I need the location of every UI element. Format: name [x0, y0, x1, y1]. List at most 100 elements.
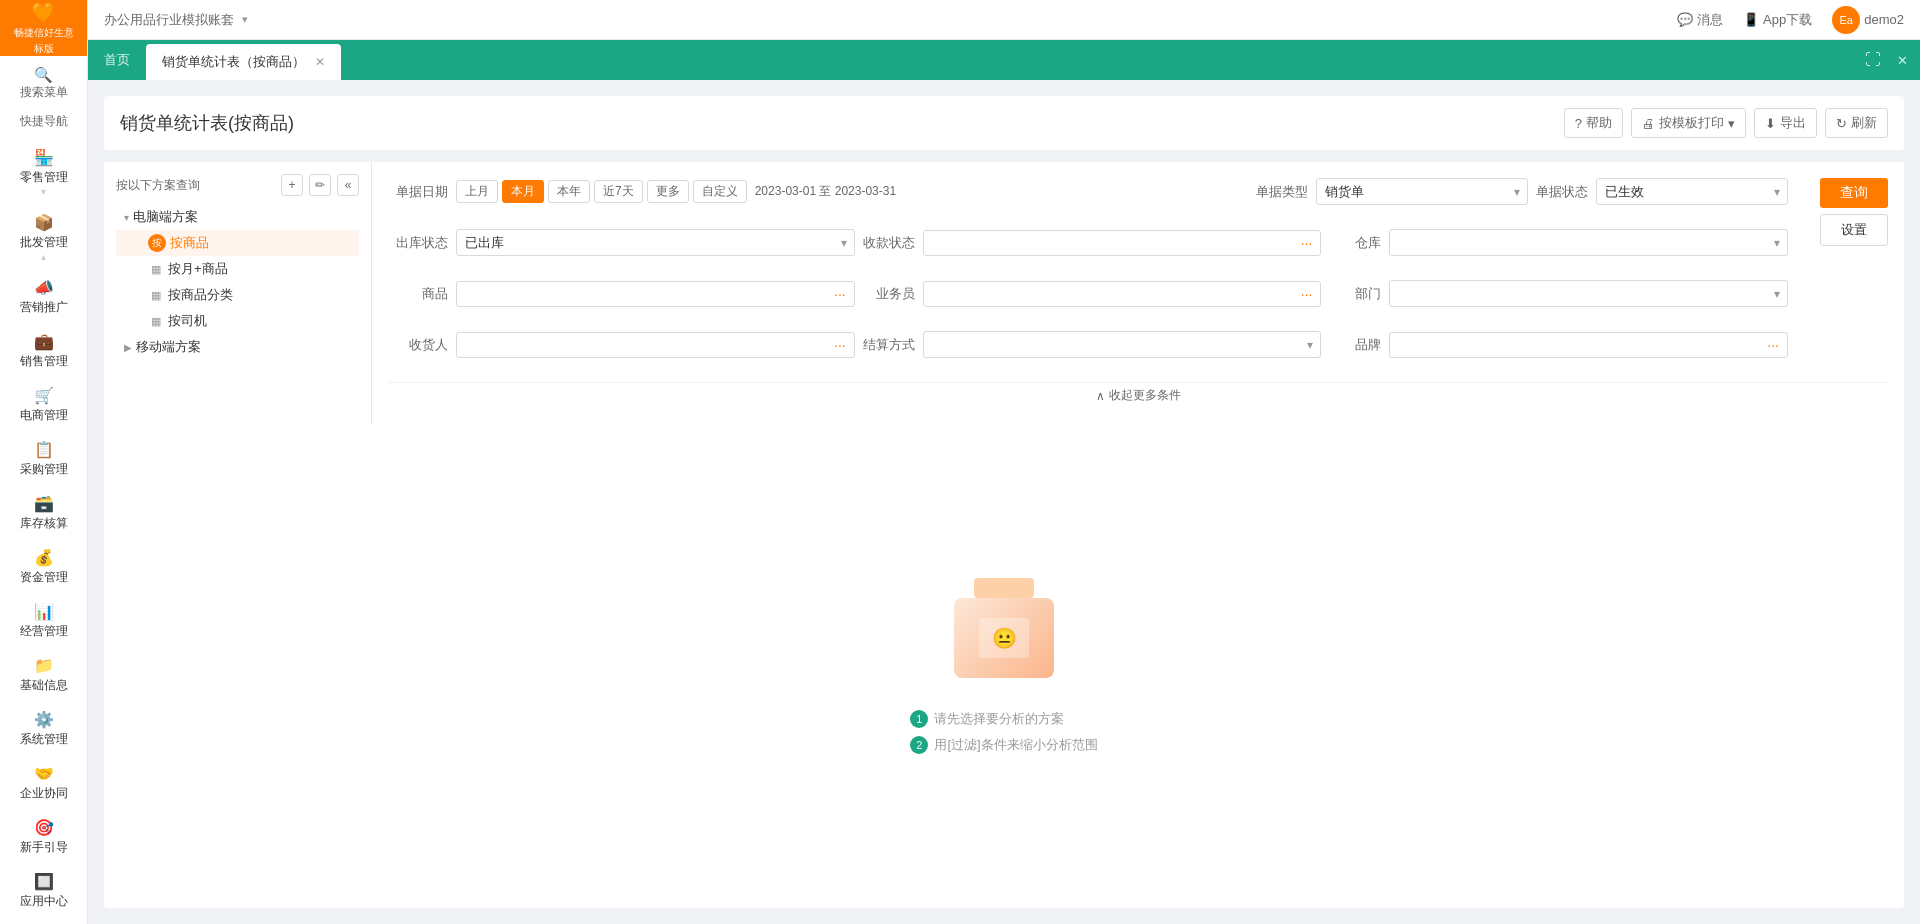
settlement-label: 结算方式: [855, 336, 915, 354]
industry-dropdown[interactable]: ▾: [242, 13, 248, 26]
app-download-btn[interactable]: 📱 App下载: [1743, 11, 1812, 29]
salesperson-field[interactable]: ···: [923, 281, 1322, 307]
sales-icon: 💼: [34, 332, 54, 351]
by-category-icon: ▦: [148, 287, 164, 303]
date-this-year-btn[interactable]: 本年: [548, 180, 590, 203]
help-btn[interactable]: ? 帮助: [1564, 108, 1623, 138]
date-more-btn[interactable]: 更多: [647, 180, 689, 203]
warehouse-select[interactable]: [1389, 229, 1788, 256]
salesperson-label: 业务员: [855, 285, 915, 303]
tree-group-mobile[interactable]: ▶ 移动端方案: [116, 334, 359, 360]
page-content: 销货单统计表(按商品) ? 帮助 🖨 按模板打印 ▾ ⬇ 导出: [88, 80, 1920, 924]
query-btn[interactable]: 查询: [1820, 178, 1888, 208]
department-select[interactable]: [1389, 280, 1788, 307]
sidebar-item-apps[interactable]: 🔲 应用中心: [0, 864, 87, 918]
sidebar-item-ecommerce[interactable]: 🛒 电商管理: [0, 378, 87, 432]
brand-field[interactable]: ···: [1389, 332, 1788, 358]
tree-item-by-category-label: 按商品分类: [168, 286, 233, 304]
salesperson-dots: ···: [1301, 286, 1313, 302]
date-7days-btn[interactable]: 近7天: [594, 180, 643, 203]
product-label: 商品: [388, 285, 448, 303]
sidebar-item-basic[interactable]: 📁 基础信息: [0, 648, 87, 702]
sidebar-item-purchase[interactable]: 📋 采购管理: [0, 432, 87, 486]
sidebar: 🧡 畅捷信好生意 标版 🔍 搜索菜单 快捷导航 🏪 零售管理 ▾ 📦 批发管理 …: [0, 0, 88, 924]
sidebar-item-finance[interactable]: 💰 资金管理: [0, 540, 87, 594]
product-field[interactable]: ···: [456, 281, 855, 307]
wholesale-arrow: ▴: [41, 251, 46, 262]
department-label: 部门: [1321, 285, 1381, 303]
sidebar-item-newbie[interactable]: 🎯 新手引导: [0, 810, 87, 864]
topbar: 办公用品行业模拟账套 ▾ 💬 消息 📱 App下载 Ea demo2: [88, 0, 1920, 40]
apps-icon: 🔲: [34, 872, 54, 891]
inventory-icon: 🗃️: [34, 494, 54, 513]
tree-collapse-btn[interactable]: «: [337, 174, 359, 196]
sidebar-item-retail[interactable]: 🏪 零售管理 ▾: [0, 140, 87, 205]
filter-payment-item: 收款状态 ···: [855, 230, 1322, 256]
date-last-month-btn[interactable]: 上月: [456, 180, 498, 203]
filter-date-item: 单据日期 上月 本月 本年 近7天 更多 自定义: [388, 180, 1248, 203]
date-custom-btn[interactable]: 自定义: [693, 180, 747, 203]
export-btn[interactable]: ⬇ 导出: [1754, 108, 1817, 138]
refresh-icon: ↻: [1836, 116, 1847, 131]
docstatus-label: 单据状态: [1528, 183, 1588, 201]
search-menu[interactable]: 🔍 搜索菜单: [20, 56, 68, 107]
sidebar-item-operation[interactable]: 📊 经营管理: [0, 594, 87, 648]
export-icon: ⬇: [1765, 116, 1776, 131]
finance-icon: 💰: [34, 548, 54, 567]
sidebar-item-wechat[interactable]: 💬 企业微信: [0, 918, 87, 924]
filter-outstatus-item: 出库状态 已出库: [388, 229, 855, 256]
tree-item-by-machine[interactable]: ▦ 按司机: [116, 308, 359, 334]
sidebar-item-enterprise[interactable]: 🤝 企业协同: [0, 756, 87, 810]
industry-name: 办公用品行业模拟账套: [104, 11, 234, 29]
message-btn[interactable]: 💬 消息: [1677, 11, 1723, 29]
quick-nav[interactable]: 快捷导航: [20, 107, 68, 136]
app-subtitle: 标版: [34, 42, 54, 56]
message-icon: 💬: [1677, 12, 1693, 27]
refresh-btn[interactable]: ↻ 刷新: [1825, 108, 1888, 138]
tree-item-by-product[interactable]: 按 按商品: [116, 230, 359, 256]
app-name: 畅捷信好生意: [14, 26, 74, 40]
outstatus-select[interactable]: 已出库: [456, 229, 855, 256]
receiver-field[interactable]: ···: [456, 332, 855, 358]
enterprise-icon: 🤝: [34, 764, 54, 783]
payment-label: 收款状态: [855, 234, 915, 252]
sidebar-item-sales[interactable]: 💼 销售管理: [0, 324, 87, 378]
user-avatar-area[interactable]: Ea demo2: [1832, 6, 1904, 34]
date-this-month-btn[interactable]: 本月: [502, 180, 544, 203]
tree-add-btn[interactable]: +: [281, 174, 303, 196]
main-card: 按以下方案查询 + ✏ « ▾ 电脑端方案: [104, 162, 1904, 908]
collapse-btn[interactable]: ∧ 收起更多条件: [388, 383, 1888, 408]
tree-item-by-month-product[interactable]: ▦ 按月+商品: [116, 256, 359, 282]
content-area: 销货单统计表(按商品) ? 帮助 🖨 按模板打印 ▾ ⬇ 导出: [88, 80, 1920, 924]
hint-num-1: 1: [910, 710, 928, 728]
print-icon: 🖨: [1642, 116, 1655, 131]
tree-item-by-product-label: 按商品: [170, 234, 209, 252]
print-dropdown-icon: ▾: [1728, 116, 1735, 131]
sidebar-item-system[interactable]: ⚙️ 系统管理: [0, 702, 87, 756]
close-tab-icon[interactable]: ✕: [1897, 53, 1908, 68]
maximize-icon[interactable]: ⛶: [1865, 51, 1881, 69]
tab-close-report[interactable]: ✕: [315, 55, 325, 69]
tree-edit-btn[interactable]: ✏: [309, 174, 331, 196]
sidebar-item-marketing[interactable]: 📣 营销推广: [0, 270, 87, 324]
tab-report[interactable]: 销货单统计表（按商品） ✕: [146, 44, 341, 80]
sidebar-item-inventory[interactable]: 🗃️ 库存核算: [0, 486, 87, 540]
warehouse-select-wrapper: [1389, 229, 1788, 256]
print-btn[interactable]: 🖨 按模板打印 ▾: [1631, 108, 1746, 138]
filter-tree: 按以下方案查询 + ✏ « ▾ 电脑端方案: [104, 162, 372, 424]
main-area: 办公用品行业模拟账套 ▾ 💬 消息 📱 App下载 Ea demo2 首页 销货…: [88, 0, 1920, 924]
payment-dots: ···: [1301, 235, 1313, 251]
filter-row-1: 单据日期 上月 本月 本年 近7天 更多 自定义: [388, 178, 1788, 205]
filter-docstatus-item: 单据状态 已生效: [1528, 178, 1788, 205]
settlement-select[interactable]: [923, 331, 1322, 358]
tree-group-desktop[interactable]: ▾ 电脑端方案: [116, 204, 359, 230]
docstatus-select[interactable]: 已生效: [1596, 178, 1788, 205]
tree-item-by-category[interactable]: ▦ 按商品分类: [116, 282, 359, 308]
tab-home[interactable]: 首页: [88, 40, 146, 80]
payment-field[interactable]: ···: [923, 230, 1322, 256]
help-icon: ?: [1575, 116, 1582, 131]
settings-btn[interactable]: 设置: [1820, 214, 1888, 246]
doctype-select[interactable]: 销货单: [1316, 178, 1528, 205]
topbar-left: 办公用品行业模拟账套 ▾: [104, 11, 248, 29]
sidebar-item-wholesale[interactable]: 📦 批发管理 ▴: [0, 205, 87, 270]
